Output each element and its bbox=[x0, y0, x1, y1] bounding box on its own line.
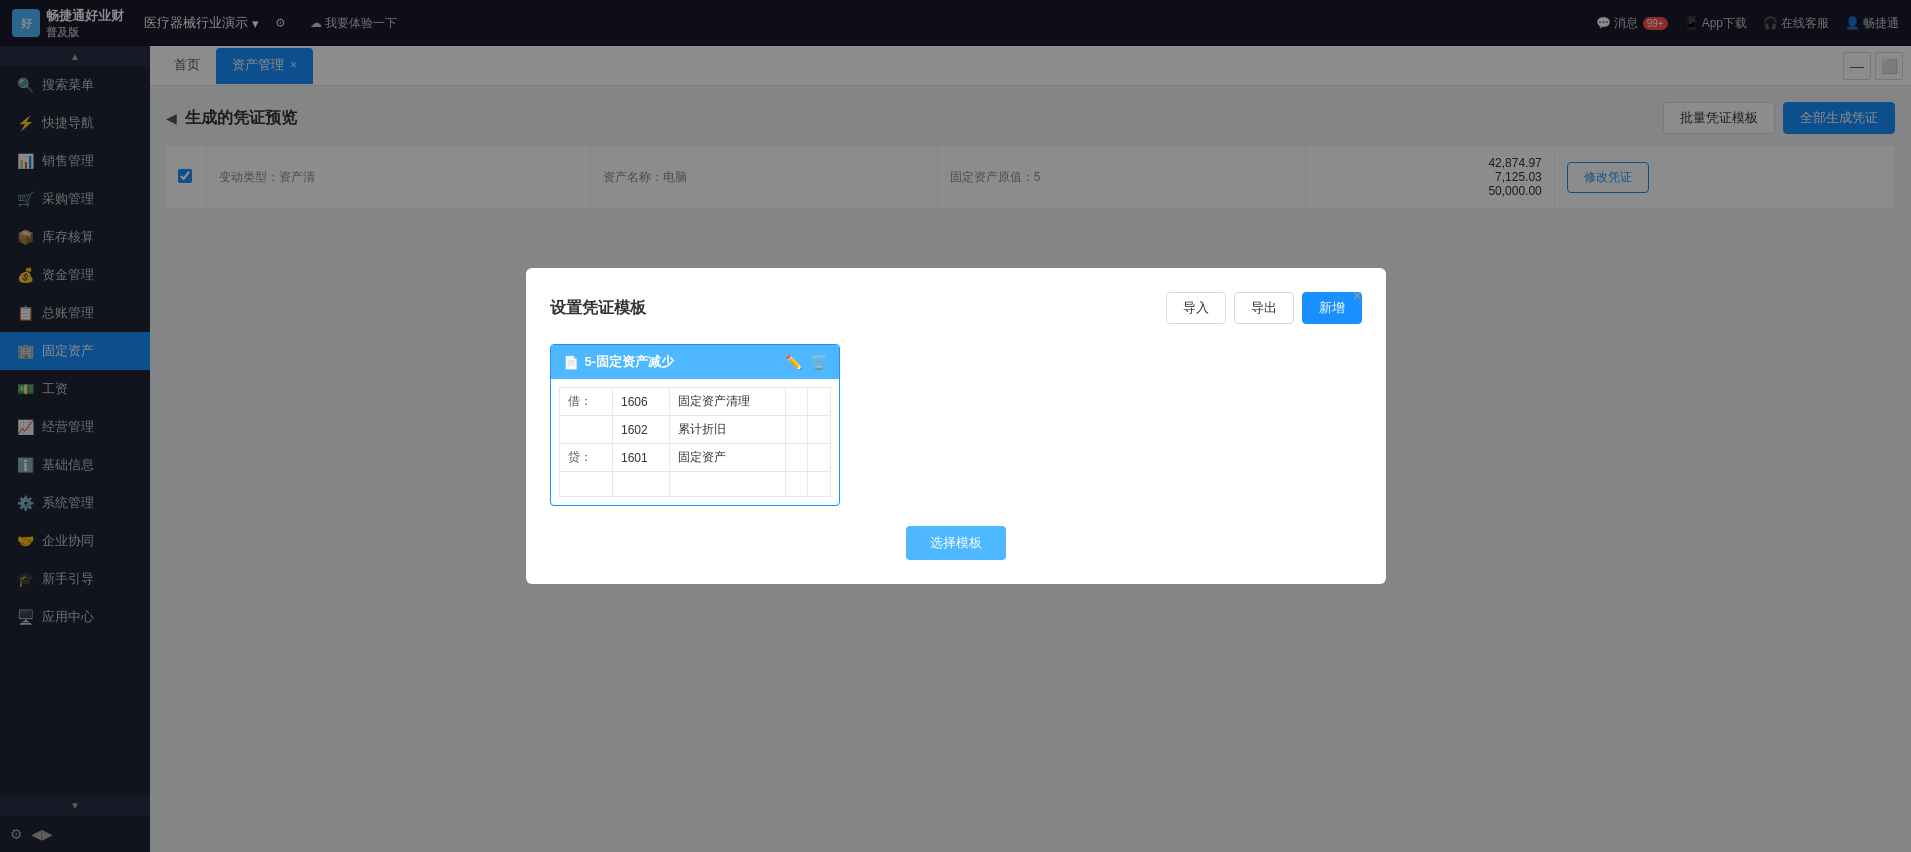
template-card-header: 📄 5-固定资产减少 ✏️ 🗑️ bbox=[551, 345, 839, 379]
export-btn[interactable]: 导出 bbox=[1234, 292, 1294, 324]
delete-template-btn[interactable]: 🗑️ bbox=[810, 354, 827, 370]
modal-close-btn[interactable]: × bbox=[1346, 284, 1370, 308]
modal-set-template: × 设置凭证模板 导入 导出 新增 📄 5-固定资产减少 ✏️ bbox=[526, 268, 1386, 584]
entry-code-2: 1602 bbox=[612, 416, 669, 444]
modal-title: 设置凭证模板 bbox=[550, 298, 646, 319]
template-entries-table: 借： 1606 固定资产清理 1602 累计折旧 bbox=[559, 387, 831, 497]
modal-header-actions: 导入 导出 新增 bbox=[1166, 292, 1362, 324]
select-template-btn[interactable]: 选择模板 bbox=[906, 526, 1006, 560]
modal-header: 设置凭证模板 导入 导出 新增 bbox=[550, 292, 1362, 324]
template-card-1[interactable]: 📄 5-固定资产减少 ✏️ 🗑️ 借： bbox=[550, 344, 840, 506]
edit-template-btn[interactable]: ✏️ bbox=[785, 354, 802, 370]
template-select-area: 选择模板 bbox=[550, 526, 1362, 560]
template-doc-icon: 📄 bbox=[563, 355, 579, 370]
entry-account-2: 累计折旧 bbox=[670, 416, 786, 444]
modal-body: 📄 5-固定资产减少 ✏️ 🗑️ 借： bbox=[550, 344, 1362, 560]
template-list: 📄 5-固定资产减少 ✏️ 🗑️ 借： bbox=[550, 344, 1362, 506]
entry-account-1: 固定资产清理 bbox=[670, 388, 786, 416]
template-entry-row: 1602 累计折旧 bbox=[559, 416, 830, 444]
template-empty-row bbox=[559, 472, 830, 497]
template-card-header-actions: ✏️ 🗑️ bbox=[785, 354, 827, 370]
entry-code-3: 1601 bbox=[612, 444, 669, 472]
import-btn[interactable]: 导入 bbox=[1166, 292, 1226, 324]
entry-account-3: 固定资产 bbox=[670, 444, 786, 472]
template-card-body: 借： 1606 固定资产清理 1602 累计折旧 bbox=[551, 379, 839, 505]
entry-type-1: 借： bbox=[559, 388, 612, 416]
template-title: 5-固定资产减少 bbox=[585, 353, 675, 371]
modal-overlay: × 设置凭证模板 导入 导出 新增 📄 5-固定资产减少 ✏️ bbox=[0, 0, 1911, 852]
entry-code-1: 1606 bbox=[612, 388, 669, 416]
entry-type-3: 贷： bbox=[559, 444, 612, 472]
template-entry-row: 贷： 1601 固定资产 bbox=[559, 444, 830, 472]
template-entry-row: 借： 1606 固定资产清理 bbox=[559, 388, 830, 416]
